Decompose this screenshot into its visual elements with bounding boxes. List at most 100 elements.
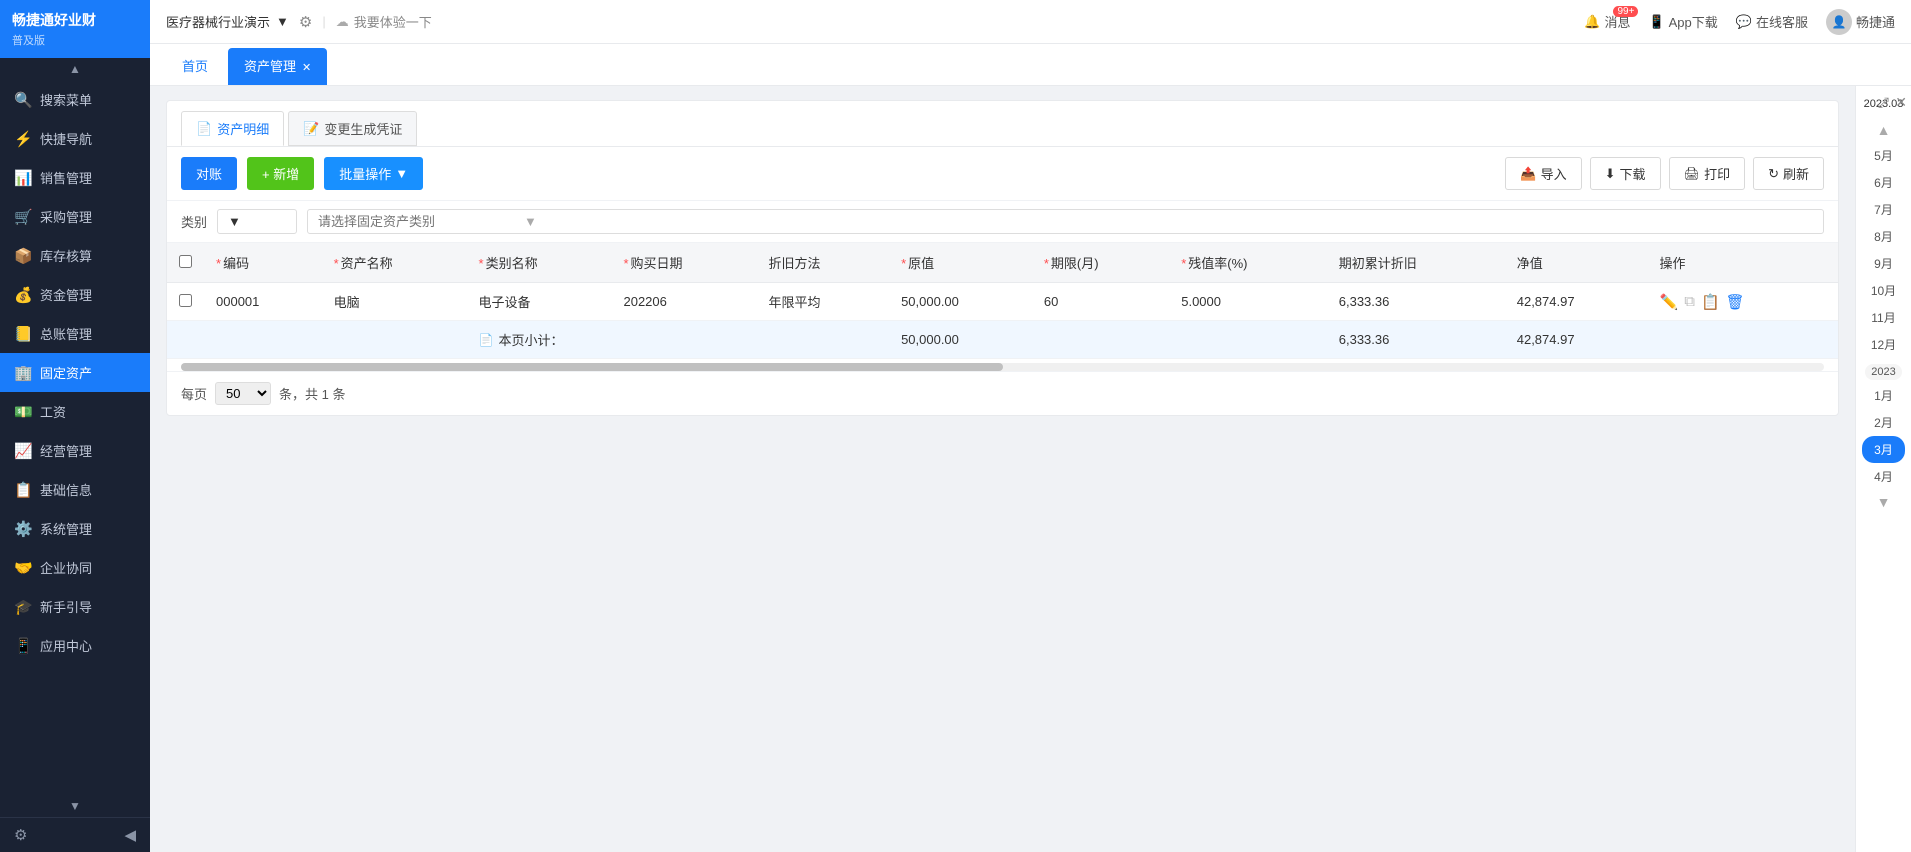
sidebar-label-newbie: 新手引导 [40,597,92,616]
month-list: 5月6月7月8月9月10月11月12月20231月2月3月4月 [1856,142,1911,490]
month-item-7月[interactable]: 7月 [1856,196,1911,223]
month-item-3月[interactable]: 3月 [1862,436,1905,463]
sub-tab-asset-detail[interactable]: 📄资产明细 [181,111,284,146]
batch-button[interactable]: 批量操作 ▼ [324,157,423,190]
sidebar-item-fixed-assets[interactable]: 🏢固定资产 [0,353,150,392]
cloud-icon: ☁ [336,14,349,30]
subtotal-label-cell: 📄 本页小计： [467,321,757,359]
close-panel-button[interactable]: ✕ [1895,94,1907,111]
month-item-12月[interactable]: 12月 [1856,331,1911,358]
col-residual-rate: *残值率(%) [1169,243,1327,283]
filter-bar: 类别 ▼ ▼ [167,201,1838,243]
month-item-9月[interactable]: 9月 [1856,250,1911,277]
sidebar-item-ledger[interactable]: 📒总账管理 [0,314,150,353]
download-button[interactable]: ⬇ 下载 [1590,157,1661,190]
edit-icon[interactable]: ✏️ [1660,293,1679,311]
month-item-1月[interactable]: 1月 [1856,382,1911,409]
online-service-button[interactable]: 💬 在线客服 [1736,12,1808,31]
table-header: *编码 *资产名称 *类别名称 *购买日期 折旧方法 *原值 *期限(月) *残… [167,243,1838,283]
tab-close-asset-mgmt[interactable]: ✕ [302,62,311,74]
toolbar-right: 📤 导入 ⬇ 下载 🖨 打印 ↻ 刷新 [1505,157,1824,190]
notifications-button[interactable]: 🔔 消息 99+ [1584,12,1630,31]
tab-bar: 首页 资产管理 ✕ [150,44,1911,86]
sidebar-nav: 🔍搜索菜单⚡快捷导航📊销售管理🛒采购管理📦库存核算💰资金管理📒总账管理🏢固定资产… [0,80,150,795]
sidebar-icon-system: ⚙️ [14,520,32,538]
select-all-cell [167,243,204,283]
collapse-icon[interactable]: ◀ [124,826,136,844]
expand-icon[interactable]: ⤢ [1878,94,1889,111]
reconcile-button[interactable]: 对账 [181,157,237,190]
row-checkbox-0[interactable] [179,294,192,307]
sidebar-scroll-down[interactable]: ▼ [0,795,150,817]
notification-icon: 🔔 [1584,14,1600,30]
row-category: 电子设备 [467,283,612,321]
month-item-8月[interactable]: 8月 [1856,223,1911,250]
sidebar-item-base-info[interactable]: 📋基础信息 [0,470,150,509]
sidebar-label-salary: 工资 [40,402,66,421]
sidebar-item-capital[interactable]: 💰资金管理 [0,275,150,314]
sidebar-icon-salary: 💵 [14,403,32,421]
tab-label-home: 首页 [182,59,208,74]
sidebar-item-quick-nav[interactable]: ⚡快捷导航 [0,119,150,158]
print-button[interactable]: 🖨 打印 [1669,157,1746,190]
tab-home[interactable]: 首页 [166,48,224,85]
month-scroll-up[interactable]: ▲ [1856,118,1911,142]
content-area: 📄资产明细📝变更生成凭证 对账 + 新增 批量操作 ▼ 📤 导入 [150,86,1911,852]
month-item-2月[interactable]: 2月 [1856,409,1911,436]
sidebar-item-search[interactable]: 🔍搜索菜单 [0,80,150,119]
add-button[interactable]: + 新增 [247,157,314,190]
sidebar-label-base-info: 基础信息 [40,480,92,499]
company-selector[interactable]: 医疗器械行业演示 ▼ [166,12,289,31]
sidebar-item-newbie[interactable]: 🎓新手引导 [0,587,150,626]
category-select[interactable]: ▼ [217,209,297,234]
delete-icon[interactable]: 🗑 [1726,293,1745,311]
sidebar-item-inventory[interactable]: 📦库存核算 [0,236,150,275]
pagination: 每页 102050100 条，共 1 条 [167,371,1838,415]
download-label: 下载 [1620,164,1646,183]
sidebar-item-enterprise[interactable]: 🤝企业协同 [0,548,150,587]
app-download-button[interactable]: 📱 App下载 [1648,12,1717,31]
export-label: 导入 [1541,164,1567,183]
tab-asset-mgmt[interactable]: 资产管理 ✕ [228,48,327,85]
sidebar-item-app-center[interactable]: 📱应用中心 [0,626,150,665]
sidebar-label-purchase: 采购管理 [40,207,92,226]
topbar-gear-icon[interactable]: ⚙ [299,13,312,31]
row-residual-rate: 5.0000 [1169,283,1327,321]
export-button[interactable]: 📤 导入 [1505,157,1581,190]
year-section-2023: 2023 [1856,358,1911,382]
row-depreciation-method: 年限平均 [756,283,889,321]
month-scroll-down[interactable]: ▼ [1856,490,1911,514]
company-name: 医疗器械行业演示 [166,12,270,31]
page-size-select[interactable]: 102050100 [215,382,271,405]
sidebar-label-fixed-assets: 固定资产 [40,363,92,382]
col-purchase-date: *购买日期 [611,243,756,283]
sidebar-item-purchase[interactable]: 🛒采购管理 [0,197,150,236]
category-search-input[interactable] [318,214,518,229]
h-scrollbar[interactable] [181,363,1824,371]
sub-tab-change-voucher[interactable]: 📝变更生成凭证 [288,111,417,146]
sidebar-item-sales[interactable]: 📊销售管理 [0,158,150,197]
sidebar-item-system[interactable]: ⚙️系统管理 [0,509,150,548]
copy-icon[interactable]: ⧉ [1684,293,1695,310]
month-item-6月[interactable]: 6月 [1856,169,1911,196]
clone-icon[interactable]: 📋 [1701,293,1720,311]
row-purchase-date: 202206 [611,283,756,321]
month-item-11月[interactable]: 11月 [1856,304,1911,331]
refresh-label: 刷新 [1783,164,1809,183]
select-all-checkbox[interactable] [179,255,192,268]
tab-label-asset-mgmt: 资产管理 [244,59,296,74]
sidebar-item-operations[interactable]: 📈经营管理 [0,431,150,470]
user-menu[interactable]: 👤 畅捷通 [1826,9,1895,35]
month-item-10月[interactable]: 10月 [1856,277,1911,304]
settings-icon[interactable]: ⚙ [14,826,27,844]
sidebar-scroll-up[interactable]: ▲ [0,58,150,80]
subtotal-icon: 📄 [479,333,494,347]
h-scrollbar-thumb[interactable] [181,363,1003,371]
topbar: 医疗器械行业演示 ▼ ⚙ | ☁ 我要体验一下 🔔 消息 99+ 📱 App下载… [150,0,1911,44]
sidebar-label-enterprise: 企业协同 [40,558,92,577]
month-item-4月[interactable]: 4月 [1856,463,1911,490]
refresh-button[interactable]: ↻ 刷新 [1753,157,1824,190]
sidebar-item-salary[interactable]: 💵 工资 [0,392,150,431]
month-item-5月[interactable]: 5月 [1856,142,1911,169]
subtotal-initial-accumulated: 6,333.36 [1327,321,1505,359]
